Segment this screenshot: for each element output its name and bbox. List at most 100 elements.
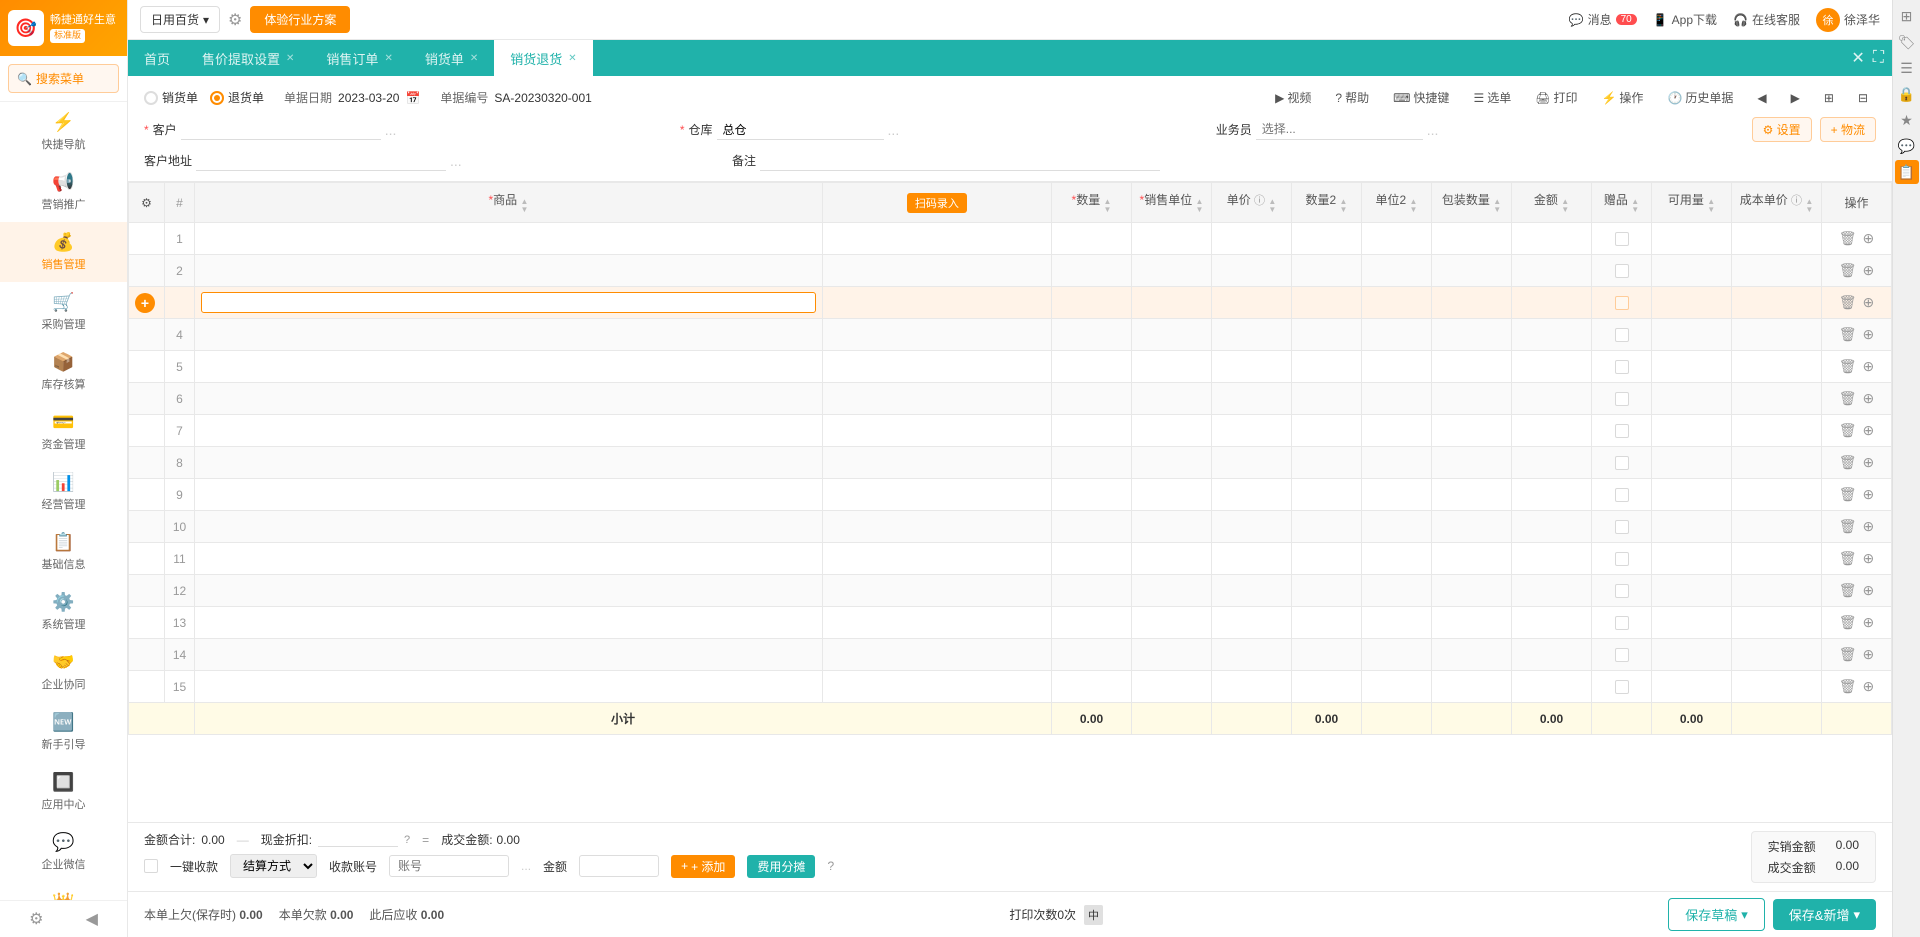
cost-info-icon[interactable]: ⓘ — [1791, 195, 1802, 207]
pack-sort[interactable]: ▲▼ — [1493, 198, 1501, 214]
product-input-3[interactable] — [201, 292, 816, 313]
warehouse-dots[interactable]: ... — [888, 122, 900, 138]
row-qty-2[interactable] — [1052, 255, 1132, 287]
staff-dots[interactable]: ... — [1427, 122, 1439, 138]
delete-row[interactable]: 🗑 — [1839, 582, 1857, 599]
tab-home[interactable]: 首页 — [128, 40, 186, 76]
copy-row[interactable]: ⊕ — [1863, 646, 1875, 663]
gift-sort[interactable]: ▲▼ — [1631, 198, 1639, 214]
account-input[interactable] — [389, 855, 509, 877]
sidebar-item-purchase[interactable]: 🛒 采购管理 — [0, 282, 127, 342]
sidebar-item-guide[interactable]: 🆕 新手引导 — [0, 702, 127, 762]
sidebar-item-member[interactable]: 👑 畅会员 — [0, 882, 127, 900]
settings-button[interactable]: ⚙ 设置 — [1752, 117, 1812, 142]
payment-amount-input[interactable] — [579, 855, 659, 877]
row-unit2-2[interactable] — [1362, 255, 1432, 287]
calendar-icon[interactable]: 📅 — [405, 91, 420, 105]
maximize-button[interactable]: ⛶ — [1873, 49, 1884, 67]
delete-row[interactable]: 🗑 — [1839, 518, 1857, 535]
shortcuts-button[interactable]: ⌨ 快捷键 — [1385, 86, 1457, 109]
delete-row[interactable]: 🗑 — [1839, 326, 1857, 343]
split-cost-button[interactable]: 费用分摊 — [747, 855, 815, 878]
one-click-checkbox[interactable] — [144, 859, 158, 873]
copy-row[interactable]: ⊕ — [1863, 358, 1875, 375]
remark-input[interactable] — [760, 150, 1160, 171]
right-panel-icon-7[interactable]: 📋 — [1895, 160, 1919, 184]
delete-row[interactable]: 🗑 — [1839, 390, 1857, 407]
view-detail-button[interactable]: ⊟ — [1850, 88, 1876, 108]
sidebar-item-enterprise[interactable]: 🤝 企业协同 — [0, 642, 127, 702]
address-input[interactable] — [196, 150, 446, 171]
row-unit-2[interactable] — [1132, 255, 1212, 287]
sidebar-item-basic[interactable]: 📋 基础信息 — [0, 522, 127, 582]
print-button[interactable]: 🖨 打印 — [1527, 86, 1585, 109]
qty2-sort[interactable]: ▲▼ — [1340, 198, 1348, 214]
radio-sale[interactable]: 销货单 — [144, 89, 198, 106]
row-qty-1[interactable] — [1052, 223, 1132, 255]
row-unit-3[interactable] — [1132, 287, 1212, 319]
sidebar-item-wechat[interactable]: 💬 企业微信 — [0, 822, 127, 882]
delete-row-1[interactable]: 🗑 — [1839, 230, 1857, 247]
copy-row-1[interactable]: ⊕ — [1863, 230, 1875, 247]
trial-button[interactable]: 体验行业方案 — [250, 6, 350, 33]
price-info-icon[interactable]: ⓘ — [1254, 195, 1265, 207]
next-record-button[interactable]: ▶ — [1783, 88, 1808, 108]
row-product-3[interactable] — [195, 287, 823, 319]
footer-help-icon[interactable]: ? — [827, 859, 834, 873]
right-panel-icon-6[interactable]: 💬 — [1895, 134, 1919, 158]
delete-row[interactable]: 🗑 — [1839, 550, 1857, 567]
row-price-1[interactable] — [1212, 223, 1292, 255]
user-menu-button[interactable]: 徐 徐泽华 — [1816, 8, 1880, 32]
row-pack-3[interactable] — [1432, 287, 1512, 319]
copy-row[interactable]: ⊕ — [1863, 582, 1875, 599]
sidebar-item-apps[interactable]: 🔲 应用中心 — [0, 762, 127, 822]
delete-row-3[interactable]: 🗑 — [1839, 294, 1857, 311]
delete-row[interactable]: 🗑 — [1839, 614, 1857, 631]
account-dots[interactable]: ... — [521, 859, 531, 873]
row-product-2[interactable] — [195, 255, 823, 287]
tab-close-sales-invoice[interactable]: ✕ — [470, 53, 478, 64]
messages-button[interactable]: 💬 消息 70 — [1569, 11, 1637, 28]
search-menu-button[interactable]: 🔍 搜索菜单 — [8, 64, 119, 93]
qty-sort[interactable]: ▲▼ — [1104, 198, 1112, 214]
ime-button[interactable]: 中 — [1084, 905, 1103, 925]
row-pack-1[interactable] — [1432, 223, 1512, 255]
price-sort[interactable]: ▲▼ — [1268, 198, 1276, 214]
operate-button[interactable]: ⚡ 操作 — [1593, 86, 1651, 109]
add-logistics-button[interactable]: + 物流 — [1820, 117, 1876, 142]
staff-input[interactable] — [1256, 119, 1423, 140]
copy-row[interactable]: ⊕ — [1863, 518, 1875, 535]
row-qty2-1[interactable] — [1292, 223, 1362, 255]
row-unit2-3[interactable] — [1362, 287, 1432, 319]
copy-row[interactable]: ⊕ — [1863, 422, 1875, 439]
sidebar-item-finance[interactable]: 💳 资金管理 — [0, 402, 127, 462]
delete-row[interactable]: 🗑 — [1839, 358, 1857, 375]
tab-close-sales-return[interactable]: ✕ — [568, 53, 576, 64]
tab-sales-return[interactable]: 销货退货 ✕ — [494, 40, 592, 76]
amount-sort[interactable]: ▲▼ — [1561, 198, 1569, 214]
th-settings[interactable]: ⚙ — [129, 183, 165, 223]
sidebar-item-shortcut[interactable]: ⚡ 快捷导航 — [0, 102, 127, 162]
select-button[interactable]: ☰ 选单 — [1465, 86, 1519, 109]
sidebar-collapse-button[interactable]: ◀ — [86, 909, 98, 929]
sidebar-item-operation[interactable]: 📊 经营管理 — [0, 462, 127, 522]
copy-row[interactable]: ⊕ — [1863, 550, 1875, 567]
add-payment-button[interactable]: + + 添加 — [671, 855, 735, 878]
row-qty-3[interactable] — [1052, 287, 1132, 319]
sidebar-settings-button[interactable]: ⚙ — [29, 909, 43, 929]
delete-row[interactable]: 🗑 — [1839, 646, 1857, 663]
online-service-button[interactable]: 🎧 在线客服 — [1733, 11, 1800, 28]
topbar-settings-button[interactable]: ⚙ — [228, 10, 242, 30]
delete-row[interactable]: 🗑 — [1839, 486, 1857, 503]
avail-sort[interactable]: ▲▼ — [1707, 198, 1715, 214]
warehouse-input[interactable] — [717, 119, 884, 140]
copy-row[interactable]: ⊕ — [1863, 614, 1875, 631]
sidebar-logo[interactable]: 🎯 畅捷通好生意 标准版 — [0, 0, 127, 56]
row-qty2-2[interactable] — [1292, 255, 1362, 287]
copy-row[interactable]: ⊕ — [1863, 678, 1875, 695]
row-amount-3[interactable] — [1512, 287, 1592, 319]
right-panel-icon-3[interactable]: ☰ — [1895, 56, 1919, 80]
prev-record-button[interactable]: ◀ — [1749, 88, 1774, 108]
add-row-button[interactable]: + — [135, 293, 155, 313]
view-table-button[interactable]: ⊞ — [1816, 88, 1842, 108]
